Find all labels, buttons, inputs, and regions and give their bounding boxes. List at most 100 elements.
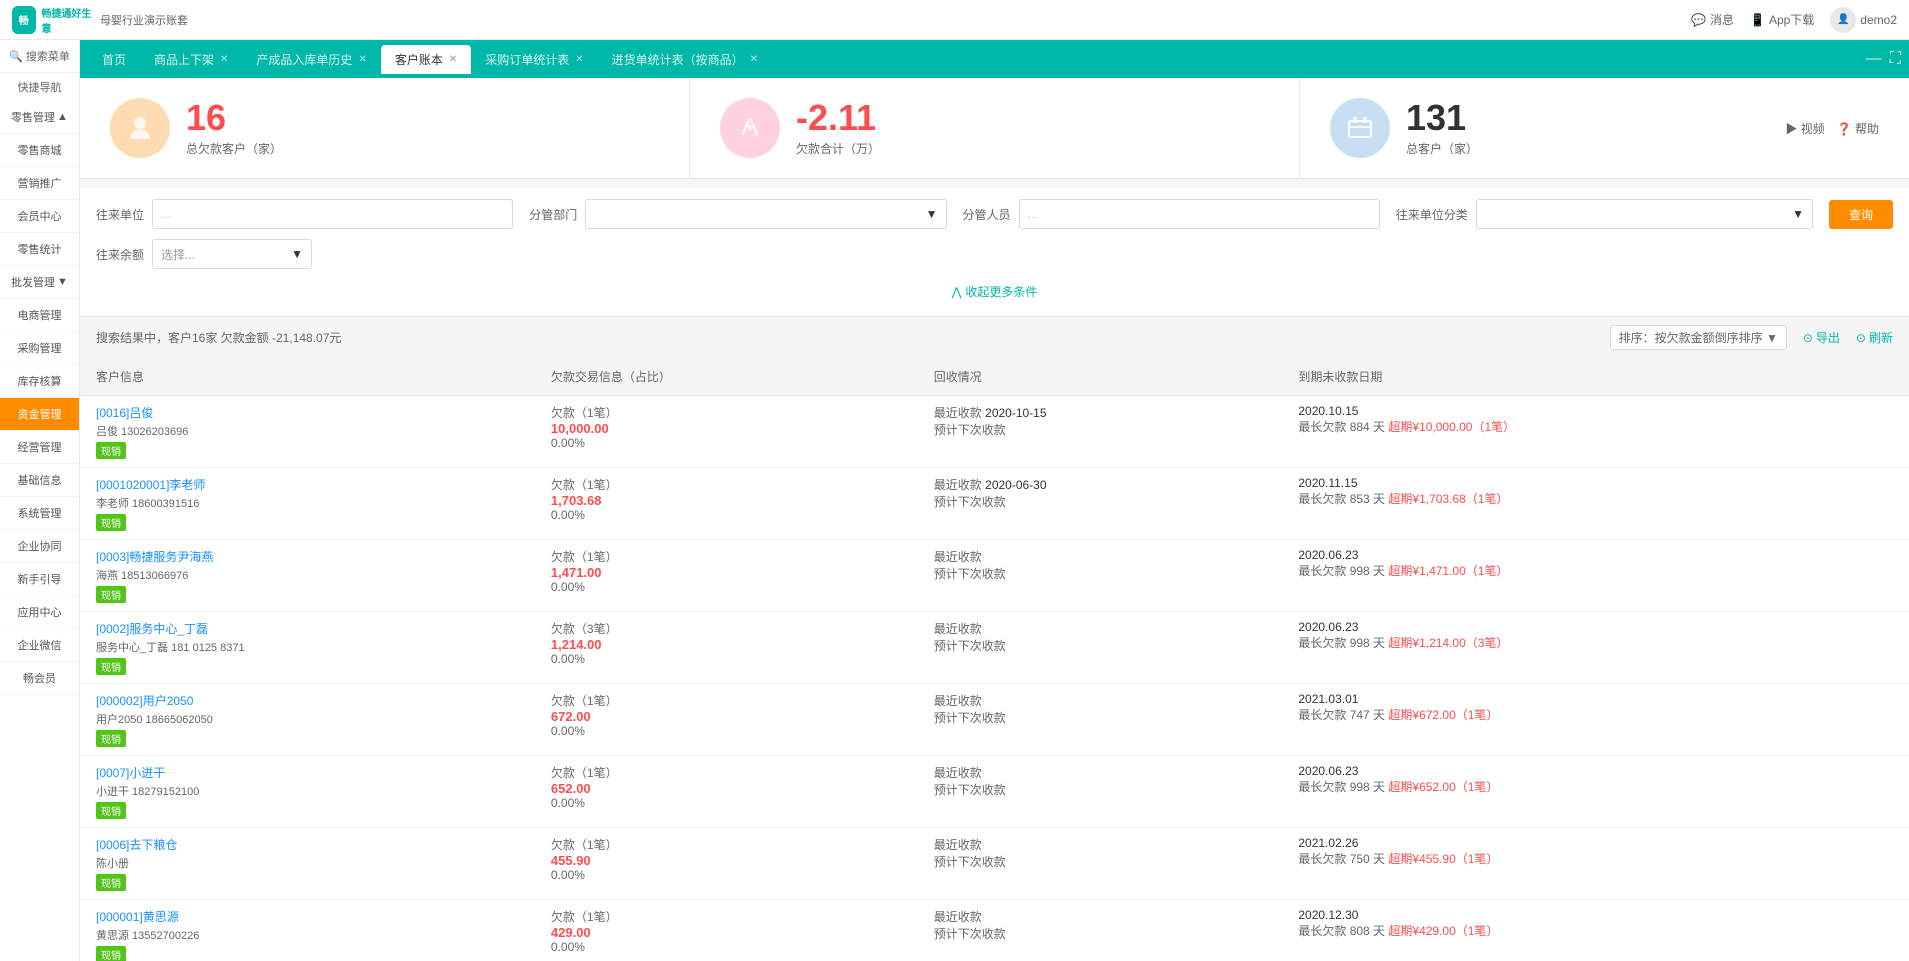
debt-amount[interactable]: 1,703.68 xyxy=(551,493,902,508)
help-btn[interactable]: ❓ 帮助 xyxy=(1837,120,1879,137)
overdue-amount-text[interactable]: 超期¥455.90（1笔） xyxy=(1388,852,1498,866)
due-date-cell: 2021.02.26 最长欠款 750 天 超期¥455.90（1笔） xyxy=(1282,828,1909,900)
results-bar: 搜索结果中，客户16家 欠款金额 -21,148.07元 排序：按欠款金额倒序排… xyxy=(80,317,1909,358)
last-collect-date: 2020-10-15 xyxy=(985,406,1046,420)
overdue-amount-text[interactable]: 超期¥1,703.68（1笔） xyxy=(1388,492,1508,506)
tabs-right-actions: — ⛶ xyxy=(1866,50,1901,68)
debt-amount[interactable]: 455.90 xyxy=(551,853,902,868)
message-btn[interactable]: 💬 消息 xyxy=(1691,11,1734,28)
search-button[interactable]: 查询 xyxy=(1829,200,1893,229)
results-summary: 搜索结果中，客户16家 欠款金额 -21,148.07元 xyxy=(96,329,341,346)
due-date: 2020.12.30 xyxy=(1298,908,1893,922)
unit-class-chevron: ▼ xyxy=(1792,207,1804,221)
customer-name[interactable]: [000001]黄思源 xyxy=(96,910,179,924)
customer-info-cell: [0016]吕俊 吕俊 13026203696 现销 xyxy=(80,396,535,468)
customer-info-cell: [0003]畅捷服务尹海燕 海燕 18513066976 现销 xyxy=(80,540,535,612)
sidebar-item-inventory[interactable]: 库存核算 xyxy=(0,365,79,398)
customer-name[interactable]: [0006]去下粮仓 xyxy=(96,838,177,852)
sidebar-item-system[interactable]: 系统管理 xyxy=(0,497,79,530)
customer-name[interactable]: [0007]小迸干 xyxy=(96,766,165,780)
tab-customer-close[interactable]: ✕ xyxy=(449,54,457,65)
tab-products-close[interactable]: ✕ xyxy=(220,54,228,65)
debt-amount[interactable]: 1,214.00 xyxy=(551,637,902,652)
dept-select[interactable]: ▼ xyxy=(585,199,946,229)
debt-amount[interactable]: 429.00 xyxy=(551,925,902,940)
balance-select[interactable]: 选择... ▼ xyxy=(152,239,312,269)
next-collect-label: 预计下次收款 xyxy=(934,781,1267,798)
from-unit-input[interactable]: ... xyxy=(152,199,513,229)
tab-purchase-stats[interactable]: 进货单统计表（按商品） ✕ xyxy=(598,45,772,74)
tab-production[interactable]: 产成品入库单历史 ✕ xyxy=(242,45,380,74)
sidebar-item-corp-collab[interactable]: 企业协同 xyxy=(0,530,79,563)
chevron-icon: ▲ xyxy=(57,111,68,123)
overdue-amount-num: -2.11 xyxy=(796,100,880,136)
due-date: 2021.02.26 xyxy=(1298,836,1893,850)
customer-name[interactable]: [0003]畅捷服务尹海燕 xyxy=(96,550,213,564)
dept-label: 分管部门 xyxy=(529,206,577,223)
tab-purchase-close[interactable]: ✕ xyxy=(575,54,583,65)
customer-name[interactable]: [0001020001]李老师 xyxy=(96,478,205,492)
overdue-amount-label: 欠款合计（万） xyxy=(796,140,880,157)
sidebar-item-operations[interactable]: 经营管理 xyxy=(0,431,79,464)
overdue-amount-text[interactable]: 超期¥429.00（1笔） xyxy=(1388,924,1498,938)
debt-amount[interactable]: 672.00 xyxy=(551,709,902,724)
tab-home[interactable]: 首页 xyxy=(88,45,140,74)
sidebar-item-marketing[interactable]: 营销推广 xyxy=(0,167,79,200)
quick-nav-btn[interactable]: 快捷导航 xyxy=(0,73,79,101)
sidebar-item-member-vip[interactable]: 畅会员 xyxy=(0,662,79,695)
collection-cell: 最近收款 2020-10-15 预计下次收款 xyxy=(918,396,1283,468)
export-button[interactable]: ⊙ 导出 xyxy=(1803,329,1840,346)
debt-amount[interactable]: 652.00 xyxy=(551,781,902,796)
app-download-btn[interactable]: 📱 App下载 xyxy=(1750,11,1814,28)
debt-amount[interactable]: 10,000.00 xyxy=(551,421,902,436)
tab-production-close[interactable]: ✕ xyxy=(358,54,366,65)
overdue-amount-text[interactable]: 超期¥652.00（1笔） xyxy=(1388,780,1498,794)
customer-info-cell: [0001020001]李老师 李老师 18600391516 现销 xyxy=(80,468,535,540)
overdue-amount-text[interactable]: 超期¥10,000.00（1笔） xyxy=(1388,420,1515,434)
user-menu[interactable]: 👤 demo2 xyxy=(1830,7,1897,33)
customer-name[interactable]: [0002]服务中心_丁磊 xyxy=(96,622,208,636)
page-content: 16 总欠款客户（家） -2.11 欠款合计（万） xyxy=(80,78,1909,961)
person-input[interactable]: ... xyxy=(1019,199,1380,229)
video-btn[interactable]: ▶ 视频 xyxy=(1785,120,1824,137)
tab-products[interactable]: 商品上下架 ✕ xyxy=(140,45,242,74)
unit-class-select[interactable]: ▼ xyxy=(1476,199,1813,229)
tab-purchase-stats-close[interactable]: ✕ xyxy=(750,54,758,65)
sidebar-item-retail-mall[interactable]: 零售商城 xyxy=(0,134,79,167)
customer-name[interactable]: [000002]用户2050 xyxy=(96,694,193,708)
app-subtitle: 母婴行业演示账套 xyxy=(100,12,188,28)
minimize-btn[interactable]: — xyxy=(1866,50,1882,68)
sidebar-item-new-guide[interactable]: 新手引导 xyxy=(0,563,79,596)
sidebar-item-ecommerce[interactable]: 电商管理 xyxy=(0,299,79,332)
stat-overdue-customers: 16 总欠款客户（家） xyxy=(80,78,690,178)
maximize-btn[interactable]: ⛶ xyxy=(1890,50,1901,68)
unit-class-label: 往来单位分类 xyxy=(1396,206,1468,223)
tab-customer-account[interactable]: 客户账本 ✕ xyxy=(381,45,471,74)
sort-select[interactable]: 排序：按欠款金额倒序排序 ▼ xyxy=(1610,325,1787,350)
sidebar-item-basic-info[interactable]: 基础信息 xyxy=(0,464,79,497)
overdue-amount-text[interactable]: 超期¥1,214.00（3笔） xyxy=(1388,636,1508,650)
overdue-amount-text[interactable]: 超期¥672.00（1笔） xyxy=(1388,708,1498,722)
app-logo: 畅 xyxy=(12,6,36,34)
customer-tag: 现销 xyxy=(96,730,126,747)
sidebar-item-corp-wechat[interactable]: 企业微信 xyxy=(0,629,79,662)
debt-amount[interactable]: 1,471.00 xyxy=(551,565,902,580)
collapse-button[interactable]: ⋀ 收起更多条件 xyxy=(952,283,1038,300)
refresh-button[interactable]: ⊙ 刷新 xyxy=(1856,329,1893,346)
sidebar-item-retail-mgmt[interactable]: 零售管理 ▲ xyxy=(0,101,79,134)
debt-ratio: 0.00% xyxy=(551,436,902,450)
sidebar-item-finance[interactable]: 资金管理 xyxy=(0,398,79,431)
overdue-amount-text[interactable]: 超期¥1,471.00（1笔） xyxy=(1388,564,1508,578)
sidebar-item-wholesale-mgmt[interactable]: 批发管理 ▼ xyxy=(0,266,79,299)
sidebar-item-retail-stats[interactable]: 零售统计 xyxy=(0,233,79,266)
search-menu-btn[interactable]: 🔍 搜索菜单 xyxy=(0,40,79,73)
tab-production-label: 产成品入库单历史 xyxy=(256,51,352,68)
sidebar-item-members[interactable]: 会员中心 xyxy=(0,200,79,233)
overdue-days: 最长欠款 884 天 xyxy=(1298,420,1388,434)
sidebar-item-app-center[interactable]: 应用中心 xyxy=(0,596,79,629)
sidebar-item-purchase-mgmt[interactable]: 采购管理 xyxy=(0,332,79,365)
customer-info-cell: [0006]去下粮仓 陈小册 现销 xyxy=(80,828,535,900)
tab-purchase-order[interactable]: 采购订单统计表 ✕ xyxy=(471,45,597,74)
customer-name[interactable]: [0016]吕俊 xyxy=(96,406,153,420)
person-label: 分管人员 xyxy=(963,206,1011,223)
